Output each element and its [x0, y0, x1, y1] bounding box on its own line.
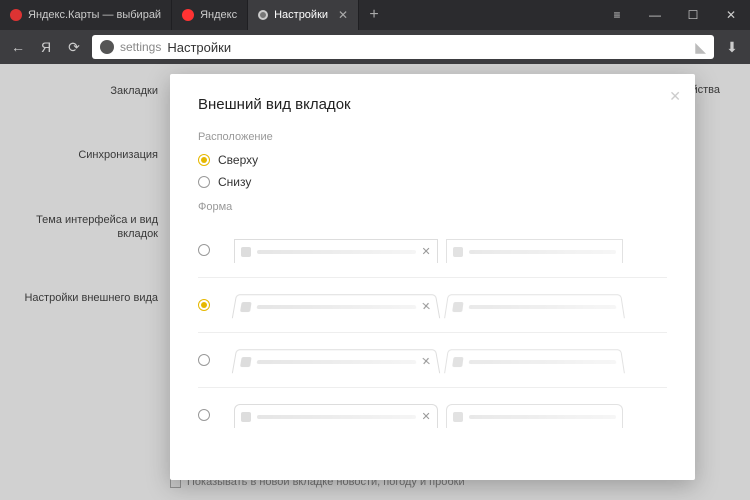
address-path: Настройки: [167, 40, 231, 55]
navbar: ← Я ⟳ settings Настройки ◣ ⬇: [0, 30, 750, 64]
reload-button[interactable]: ⟳: [64, 39, 84, 56]
back-button[interactable]: ←: [8, 39, 28, 55]
tab-label: Яндекс: [200, 9, 237, 21]
tab-shape-preview: ✕: [224, 292, 667, 318]
position-option-top[interactable]: Сверху: [198, 153, 667, 167]
radio-icon: [198, 299, 210, 311]
yandex-icon: [182, 9, 194, 21]
address-proto: settings: [120, 40, 161, 54]
window-controls: ≡ — ☐ ✕: [598, 0, 750, 30]
close-window-button[interactable]: ✕: [712, 0, 750, 30]
tab-shape-preview: ✕: [224, 237, 667, 263]
close-icon: ✕: [422, 245, 431, 258]
site-icon: [100, 40, 114, 54]
position-option-bottom[interactable]: Снизу: [198, 175, 667, 189]
tab-shape-preview: ✕: [224, 402, 667, 428]
close-dialog-button[interactable]: ✕: [669, 88, 681, 105]
shape-option[interactable]: ✕: [198, 333, 667, 388]
browser-tab-active[interactable]: Настройки ✕: [248, 0, 359, 30]
shape-options-list: ✕ ✕ ✕: [198, 223, 667, 442]
downloads-button[interactable]: ⬇: [722, 39, 742, 56]
maximize-button[interactable]: ☐: [674, 0, 712, 30]
radio-label: Снизу: [218, 175, 251, 189]
shape-option[interactable]: ✕: [198, 278, 667, 333]
tab-shape-preview: ✕: [224, 347, 667, 373]
tab-label: Настройки: [274, 9, 328, 21]
titlebar: Яндекс.Карты — выбирай Яндекс Настройки …: [0, 0, 750, 30]
shape-option[interactable]: ✕: [198, 388, 667, 442]
radio-icon: [198, 244, 210, 256]
map-pin-icon: [10, 9, 22, 21]
dialog-title: Внешний вид вкладок: [198, 96, 667, 113]
tab-label: Яндекс.Карты — выбирай: [28, 9, 161, 21]
minimize-button[interactable]: —: [636, 0, 674, 30]
browser-tab[interactable]: Яндекс: [172, 0, 248, 30]
new-tab-button[interactable]: +: [359, 0, 389, 30]
close-tab-button[interactable]: ✕: [338, 8, 348, 22]
tab-appearance-dialog: ✕ Внешний вид вкладок Расположение Сверх…: [170, 74, 695, 480]
radio-icon: [198, 409, 210, 421]
browser-tabs: Яндекс.Карты — выбирай Яндекс Настройки …: [0, 0, 598, 30]
shape-option[interactable]: ✕: [198, 223, 667, 278]
close-icon: ✕: [421, 300, 432, 313]
gear-icon: [258, 10, 268, 20]
shape-section-label: Форма: [198, 201, 667, 213]
position-section-label: Расположение: [198, 131, 667, 143]
modal-overlay[interactable]: ✕ Внешний вид вкладок Расположение Сверх…: [0, 64, 750, 500]
menu-button[interactable]: ≡: [598, 0, 636, 30]
yandex-home-button[interactable]: Я: [36, 39, 56, 55]
radio-icon: [198, 154, 210, 166]
address-bar[interactable]: settings Настройки ◣: [92, 35, 714, 59]
browser-tab[interactable]: Яндекс.Карты — выбирай: [0, 0, 172, 30]
close-icon: ✕: [422, 410, 431, 423]
radio-icon: [198, 354, 210, 366]
bookmark-icon[interactable]: ◣: [695, 39, 706, 56]
radio-icon: [198, 176, 210, 188]
close-icon: ✕: [421, 355, 432, 368]
radio-label: Сверху: [218, 153, 258, 167]
